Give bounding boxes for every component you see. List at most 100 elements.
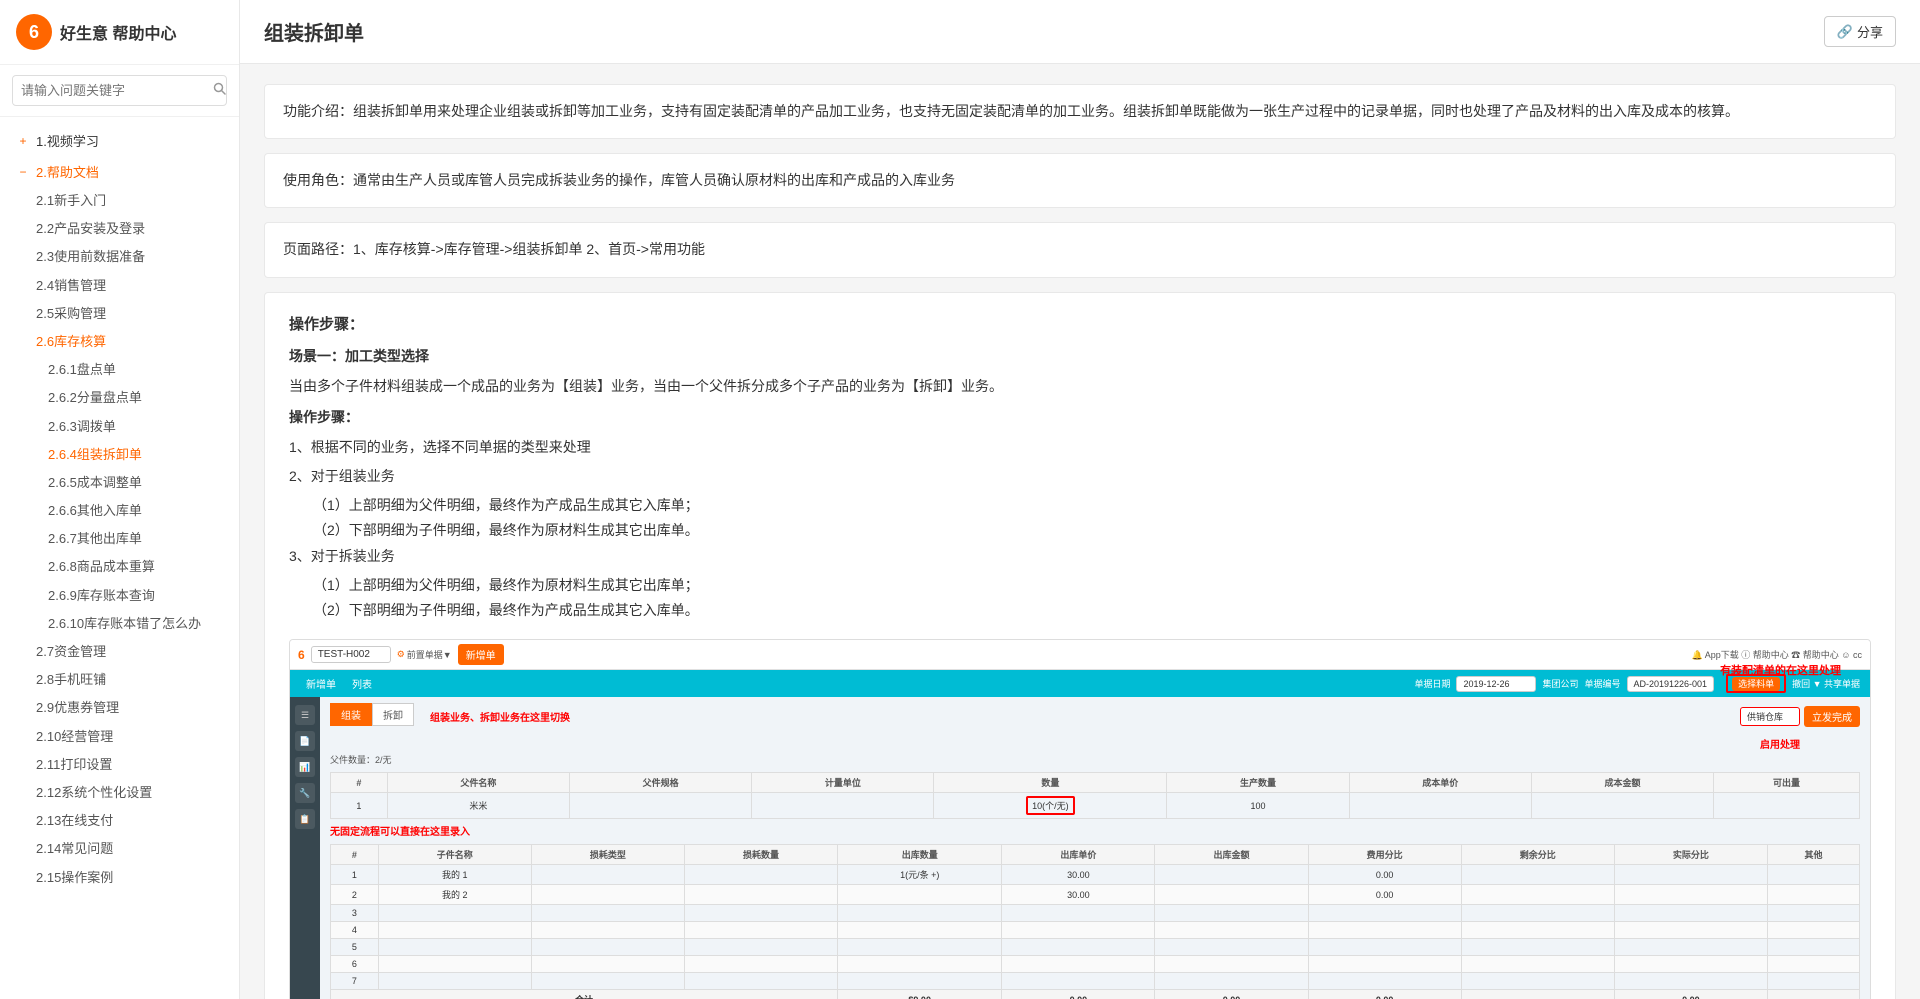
sim-screenshot: 6 TEST-H002 ⚙ 前置单据▼ 新增单 🔔 App下载 ⓘ 帮助中心 ☎… [290,640,1870,999]
scene1-desc: 当由多个子件材料组装成一个成品的业务为【组装】业务，当由一个父件拆分成多个子产品… [289,374,1871,399]
sim-tab-list[interactable]: 列表 [346,674,378,693]
sim-date-value[interactable]: 2019-12-26 [1456,676,1536,692]
sidebar-item-docs[interactable]: − 2.帮助文档 [0,156,239,187]
sim-sidebar-icons: ☰ 📄 📊 🔧 📋 [290,697,320,999]
sim-warehouse-field[interactable]: 供销仓库 [1740,707,1800,726]
sim-nav-icons: ⚙ 前置单据▼ [397,648,452,661]
sim-total-label: 合计 [331,990,838,999]
sim-child-th-3: 损耗数量 [684,845,837,865]
sim-section-row: 组装 拆卸 组装业务、拆卸业务在这里切换 供销仓库 立发完成 [330,703,1860,730]
nav-list: + 1.视频学习 − 2.帮助文档 2.1新手入门 2.2产品安装及登录 2.3… [0,117,239,999]
sidebar-item-2-6-5[interactable]: 2.6.5成本调整单 [48,469,239,497]
sim-parent-th-3: 计量单位 [752,773,934,793]
sim-child-row1-2 [531,865,684,885]
sidebar-item-2-6-3[interactable]: 2.6.3调拨单 [48,413,239,441]
sim-child-row1-10 [1768,865,1860,885]
sidebar-item-2-10[interactable]: 2.10经营管理 [36,723,239,751]
step3-sub2: （2）下部明细为子件明细，最终作为产成品生成其它入库单。 [289,598,1871,623]
sidebar-item-2-15[interactable]: 2.15操作案例 [36,864,239,892]
step2-sub2: （2）下部明细为子件明细，最终作为原材料生成其它出库单。 [289,518,1871,543]
sidebar-item-2-2[interactable]: 2.2产品安装及登录 [36,215,239,243]
sidebar-item-2-6-6[interactable]: 2.6.6其他入库单 [48,497,239,525]
sim-child-th-1: 子件名称 [378,845,531,865]
sim-child-row1-1: 我的 1 [378,865,531,885]
path-text: 页面路径：1、库存核算->库存管理->组装拆卸单 2、首页->常用功能 [283,241,705,257]
sim-doc-no[interactable]: AD-20191226-001 [1627,676,1715,692]
sim-child-th-7: 费用分比 [1308,845,1461,865]
sim-confirm-btn[interactable]: 立发完成 [1804,706,1860,727]
sim-action-btns: 撤回 ▼ 共享单据 [1792,677,1860,690]
sidebar-item-2-11[interactable]: 2.11打印设置 [36,751,239,779]
sim-child-th-9: 实际分比 [1614,845,1767,865]
annotation4-area: 无固定流程可以直接在这里录入 [330,823,1860,838]
sidebar-item-video[interactable]: + 1.视频学习 [0,125,239,156]
sim-child-row1-5: 30.00 [1002,865,1155,885]
path-block: 页面路径：1、库存核算->库存管理->组装拆卸单 2、首页->常用功能 [264,222,1896,277]
annotation2-text: 组装业务、拆卸业务在这里切换 [430,709,570,724]
sim-parent-td-1: 米米 [387,793,569,819]
table-row: 5 [331,939,1860,956]
sim-child-row1-8 [1461,865,1614,885]
sidebar-item-2-14[interactable]: 2.14常见问题 [36,835,239,863]
sim-child-row2-3 [684,885,837,905]
sim-tab-disassemble[interactable]: 拆卸 [372,703,414,726]
sim-tab-new[interactable]: 新增单 [300,674,342,693]
sim-child-th-10: 其他 [1768,845,1860,865]
sidebar-item-2-6[interactable]: 2.6库存核算 [36,328,239,356]
sidebar-item-2-4[interactable]: 2.4销售管理 [36,272,239,300]
sidebar-item-docs-label: 2.帮助文档 [36,162,99,181]
sim-quick-add-btn[interactable]: 新增单 [458,644,504,665]
sim-child-row1-4: 1(元/条 +) [838,865,1002,885]
sim-child-row2-6 [1155,885,1308,905]
sim-qty-red-box: 10(个/无) [1026,796,1075,815]
sim-child-th-5: 出库单价 [1002,845,1155,865]
sidebar-item-2-7[interactable]: 2.7资金管理 [36,638,239,666]
sim-parent-th-1: 父件名称 [387,773,569,793]
share-icon: 🔗 [1837,24,1853,40]
search-input[interactable] [13,77,205,104]
sim-right-actions: 供销仓库 立发完成 [1740,706,1860,727]
choose-bill-label: 选择料单 [1732,677,1780,691]
screenshot-container: 6 TEST-H002 ⚙ 前置单据▼ 新增单 🔔 App下载 ⓘ 帮助中心 ☎… [289,639,1871,999]
sidebar-item-2-8[interactable]: 2.8手机旺铺 [36,666,239,694]
sidebar-item-2-6-7[interactable]: 2.6.7其他出库单 [48,525,239,553]
sidebar-item-2-13[interactable]: 2.13在线支付 [36,807,239,835]
share-button[interactable]: 🔗 分享 [1824,16,1896,47]
sim-parent-td-4: 10(个/无) [934,793,1167,819]
sidebar-item-2-9[interactable]: 2.9优惠券管理 [36,694,239,722]
sim-child-row2-4 [838,885,1002,905]
logo-icon: 6 [16,14,52,50]
sim-icon-5: 📋 [295,809,315,829]
logo-area: 6 好生意 帮助中心 [0,0,239,65]
sim-child-row2-1: 我的 2 [378,885,531,905]
sim-parent-th-2: 父件规格 [569,773,751,793]
step2: 2、对于组装业务 [289,464,1871,489]
sidebar-item-2-6-1[interactable]: 2.6.1盘点单 [48,356,239,384]
step3-sub1: （1）上部明细为父件明细，最终作为原材料生成其它出库单； [289,573,1871,598]
annotation3-area: 启用处理 [330,736,1860,751]
search-box[interactable] [12,75,227,106]
sidebar-item-2-6-10[interactable]: 2.6.10库存账本错了怎么办 [48,610,239,638]
sidebar-item-2-6-8[interactable]: 2.6.8商品成本重算 [48,553,239,581]
content-area: 功能介绍：组装拆卸单用来处理企业组装或拆卸等加工业务，支持有固定装配清单的产品加… [240,64,1920,999]
table-row: 1 米米 10(个/无) 100 [331,793,1860,819]
intro-text: 功能介绍：组装拆卸单用来处理企业组装或拆卸等加工业务，支持有固定装配清单的产品加… [283,103,1739,119]
sim-icon-1: ☰ [295,705,315,725]
main-content: 组装拆卸单 🔗 分享 功能介绍：组装拆卸单用来处理企业组装或拆卸等加工业务，支持… [240,0,1920,999]
sim-tab-assemble[interactable]: 组装 [330,703,372,726]
sim-parent-td-3 [752,793,934,819]
search-button[interactable] [205,76,227,105]
sidebar-item-2-6-2[interactable]: 2.6.2分量盘点单 [48,384,239,412]
sim-child-row2-8 [1461,885,1614,905]
sidebar-item-2-6-9[interactable]: 2.6.9库存账本查询 [48,582,239,610]
sim-icon-3: 📊 [295,757,315,777]
sidebar-item-2-6-4[interactable]: 2.6.4组装拆卸单 [48,441,239,469]
sidebar-item-2-5[interactable]: 2.5采购管理 [36,300,239,328]
sidebar-item-2-1[interactable]: 2.1新手入门 [36,187,239,215]
sim-total-other [1768,990,1860,999]
sidebar-item-2-3[interactable]: 2.3使用前数据准备 [36,243,239,271]
role-text: 使用角色：通常由生产人员或库管人员完成拆装业务的操作，库管人员确认原材料的出库和… [283,172,955,188]
sim-date-label: 单据日期 [1414,677,1450,690]
sidebar-item-2-12[interactable]: 2.12系统个性化设置 [36,779,239,807]
sim-topnav-links: 🔔 App下载 ⓘ 帮助中心 ☎ 帮助中心 ☺ cc [1692,648,1862,661]
